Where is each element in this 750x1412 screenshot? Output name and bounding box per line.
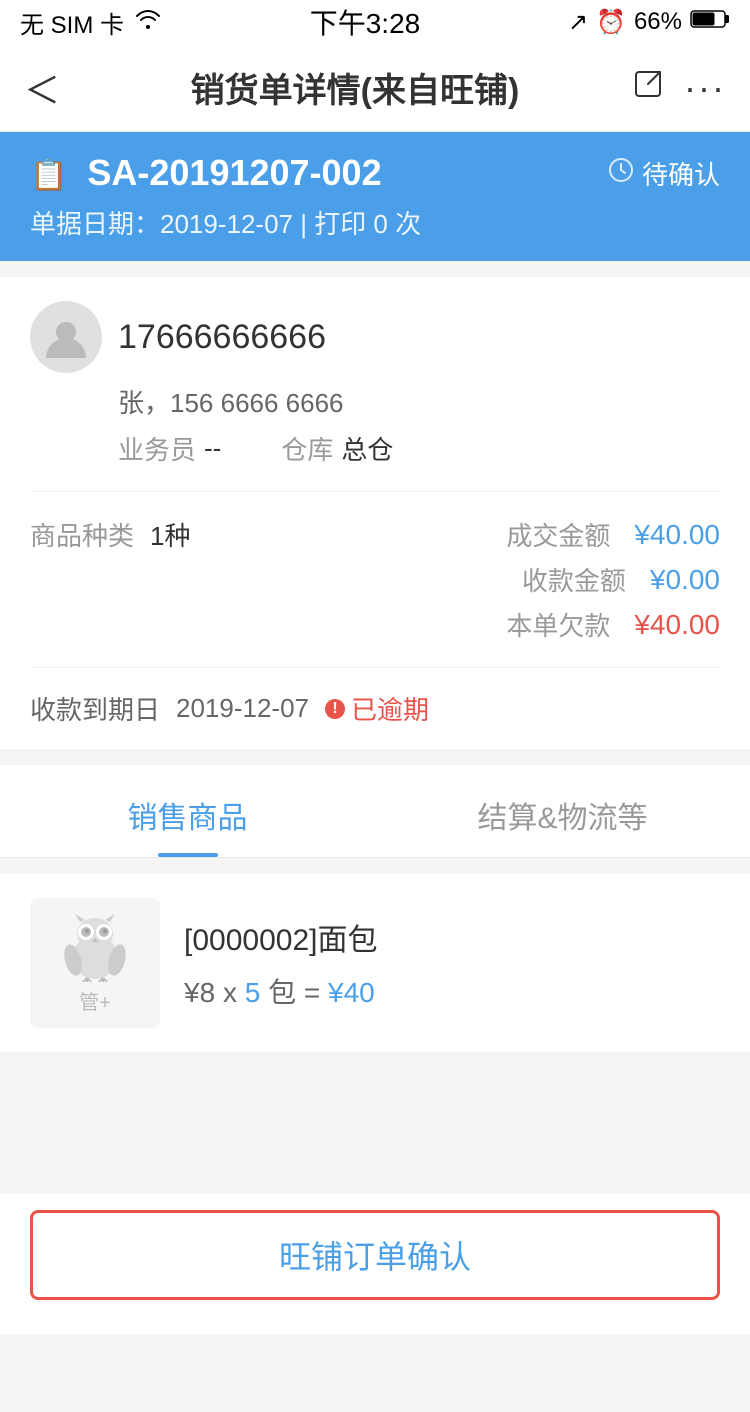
order-icon: 📋 bbox=[30, 159, 67, 192]
overdue-badge: ! 已逾期 bbox=[325, 690, 429, 727]
product-unit-price: ¥8 bbox=[184, 977, 215, 1008]
customer-name: 张，156 6666 6666 bbox=[118, 383, 720, 420]
product-item: 管+ [0000002]面包 ¥8 x 5 包 = ¥40 bbox=[0, 874, 750, 1052]
nav-actions: ··· bbox=[626, 67, 726, 109]
share-icon[interactable] bbox=[632, 68, 664, 108]
status-left: 无 SIM 卡 bbox=[20, 5, 162, 40]
customer-row: 17666666666 bbox=[30, 301, 720, 373]
product-owl-icon: 管+ bbox=[55, 912, 135, 1015]
customer-meta: 业务员 -- 仓库 总仓 bbox=[118, 430, 720, 467]
amounts: 成交金额 ¥40.00 收款金额 ¥0.00 本单欠款 ¥40.00 bbox=[506, 516, 720, 643]
location-icon: ↗ bbox=[568, 8, 588, 37]
warehouse-label: 仓库 bbox=[281, 430, 333, 467]
equals-symbol: = bbox=[304, 977, 328, 1008]
more-icon[interactable]: ··· bbox=[684, 67, 726, 109]
due-value: ¥40.00 bbox=[634, 609, 720, 641]
status-bar: 无 SIM 卡 下午3:28 ↗ ⏰ 66% bbox=[0, 0, 750, 44]
order-id: 📋 SA-20191207-002 bbox=[30, 152, 382, 194]
receipt-label: 收款金额 bbox=[522, 561, 626, 598]
deal-label: 成交金额 bbox=[506, 516, 610, 553]
wifi-icon bbox=[134, 8, 162, 36]
product-unit: 包 bbox=[268, 977, 296, 1008]
order-status: 待确认 bbox=[608, 155, 720, 192]
receipt-value: ¥0.00 bbox=[650, 564, 720, 596]
product-image: 管+ bbox=[30, 898, 160, 1028]
product-type-value: 1种 bbox=[150, 516, 190, 553]
product-price-formula: ¥8 x 5 包 = ¥40 bbox=[184, 971, 377, 1011]
back-button[interactable]: ＜ bbox=[24, 62, 84, 114]
product-name: [0000002]面包 bbox=[184, 915, 377, 959]
page-title: 销货单详情(来自旺铺) bbox=[84, 63, 626, 112]
due-date-label: 收款到期日 bbox=[30, 690, 160, 727]
confirm-button[interactable]: 旺铺订单确认 bbox=[30, 1210, 720, 1300]
tab-products[interactable]: 销售商品 bbox=[0, 765, 375, 857]
warehouse-value: 总仓 bbox=[341, 430, 393, 467]
deal-value: ¥40.00 bbox=[634, 519, 720, 551]
customer-section: 17666666666 张，156 6666 6666 业务员 -- 仓库 总仓… bbox=[0, 277, 750, 749]
battery-icon bbox=[690, 8, 730, 36]
bottom-bar: 旺铺订单确认 bbox=[0, 1194, 750, 1334]
product-type-label: 商品种类 bbox=[30, 516, 134, 553]
battery-text: 66% bbox=[634, 8, 682, 36]
tab-bar: 销售商品 结算&物流等 bbox=[0, 765, 750, 858]
status-right: ↗ ⏰ 66% bbox=[568, 8, 730, 37]
nav-bar: ＜ 销货单详情(来自旺铺) ··· bbox=[0, 44, 750, 132]
product-total: ¥40 bbox=[328, 977, 375, 1008]
tab-settlement[interactable]: 结算&物流等 bbox=[375, 765, 750, 857]
order-header: 📋 SA-20191207-002 待确认 单据日期：2019-12-07 | … bbox=[0, 132, 750, 261]
product-quantity: 5 bbox=[245, 977, 261, 1008]
overdue-text: 已逾期 bbox=[351, 690, 429, 727]
overdue-icon: ! bbox=[325, 699, 345, 719]
due-date-value: 2019-12-07 bbox=[176, 693, 309, 724]
product-info: [0000002]面包 ¥8 x 5 包 = ¥40 bbox=[184, 898, 377, 1028]
summary-section: 商品种类 1种 成交金额 ¥40.00 收款金额 ¥0.00 本单欠款 ¥40.… bbox=[0, 492, 750, 667]
due-label: 本单欠款 bbox=[506, 606, 610, 643]
avatar bbox=[30, 301, 102, 373]
salesperson-value: -- bbox=[204, 433, 221, 464]
status-time: 下午3:28 bbox=[310, 2, 421, 42]
multiply-symbol: x bbox=[223, 977, 245, 1008]
salesperson-label: 业务员 bbox=[118, 430, 196, 467]
carrier-text: 无 SIM 卡 bbox=[20, 5, 124, 40]
due-section: 收款到期日 2019-12-07 ! 已逾期 bbox=[0, 668, 750, 749]
clock-icon bbox=[608, 157, 634, 190]
customer-phone: 17666666666 bbox=[118, 318, 326, 357]
order-date: 单据日期：2019-12-07 | 打印 0 次 bbox=[30, 204, 720, 241]
alarm-icon: ⏰ bbox=[596, 8, 626, 37]
